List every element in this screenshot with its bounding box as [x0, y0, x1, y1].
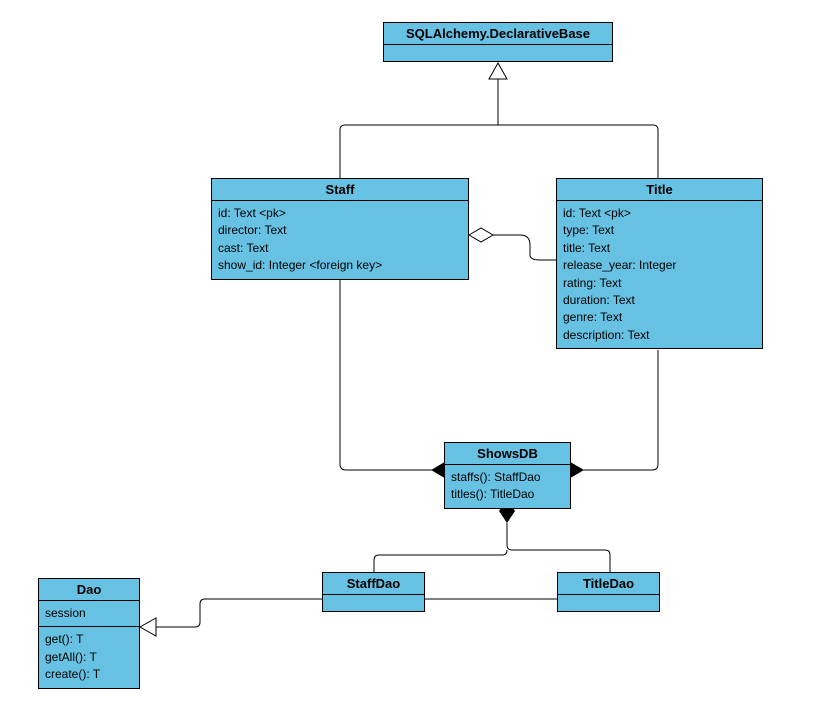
attr: id: Text <pk> — [563, 205, 756, 222]
class-title: Title — [557, 179, 762, 201]
attr: duration: Text — [563, 292, 756, 309]
class-operations: get(): T getAll(): T create(): T — [39, 627, 139, 687]
class-declarative-base: SQLAlchemy.DeclarativeBase — [383, 22, 613, 62]
class-title: Dao — [39, 579, 139, 601]
class-showsdb: ShowsDB staffs(): StaffDao titles(): Tit… — [444, 442, 571, 509]
class-attributes: id: Text <pk> director: Text cast: Text … — [212, 201, 468, 279]
class-title: ShowsDB — [445, 443, 570, 465]
class-title: TitleDao — [558, 573, 659, 595]
attr: title: Text — [563, 240, 756, 257]
class-empty-section — [558, 595, 659, 611]
class-titledao: TitleDao — [557, 572, 660, 612]
op: get(): T — [45, 631, 133, 648]
op: getAll(): T — [45, 649, 133, 666]
class-title: StaffDao — [323, 573, 424, 595]
attr: genre: Text — [563, 309, 756, 326]
attr: show_id: Integer <foreign key> — [218, 257, 462, 274]
class-attributes: id: Text <pk> type: Text title: Text rel… — [557, 201, 762, 348]
class-title-entity: Title id: Text <pk> type: Text title: Te… — [556, 178, 763, 349]
class-dao: Dao session get(): T getAll(): T create(… — [38, 578, 140, 689]
attr: session — [45, 605, 133, 622]
op: staffs(): StaffDao — [451, 469, 564, 486]
attr: director: Text — [218, 222, 462, 239]
class-title: Staff — [212, 179, 468, 201]
class-staffdao: StaffDao — [322, 572, 425, 612]
attr: cast: Text — [218, 240, 462, 257]
attr: release_year: Integer — [563, 257, 756, 274]
class-operations: staffs(): StaffDao titles(): TitleDao — [445, 465, 570, 508]
attr: type: Text — [563, 222, 756, 239]
class-empty-section — [323, 595, 424, 611]
attr: rating: Text — [563, 275, 756, 292]
class-attributes: session — [39, 601, 139, 627]
op: create(): T — [45, 666, 133, 683]
attr: id: Text <pk> — [218, 205, 462, 222]
class-empty-section — [384, 45, 612, 61]
op: titles(): TitleDao — [451, 486, 564, 503]
class-title: SQLAlchemy.DeclarativeBase — [384, 23, 612, 45]
attr: description: Text — [563, 327, 756, 344]
class-staff: Staff id: Text <pk> director: Text cast:… — [211, 178, 469, 280]
